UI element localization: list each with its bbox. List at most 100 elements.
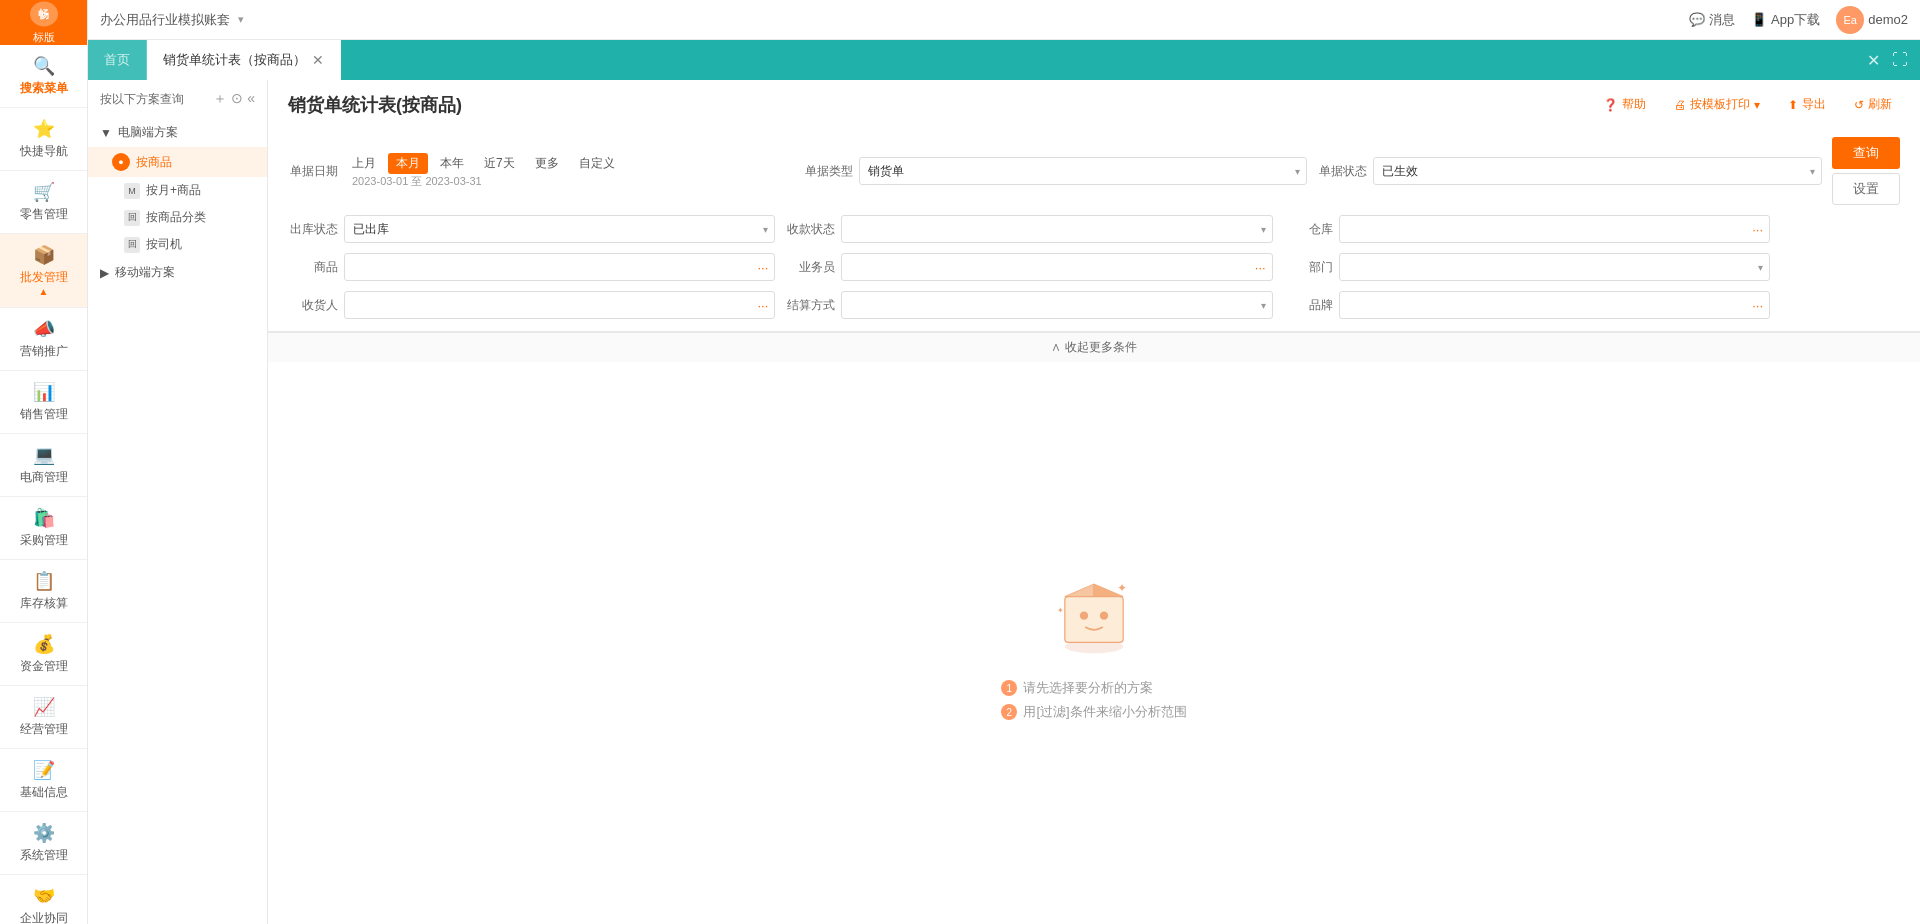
tab-close-icon[interactable]: ✕ bbox=[312, 53, 324, 67]
sidebar-item-retail[interactable]: 🛒 零售管理 bbox=[0, 171, 87, 234]
empty-tips: 1 请先选择要分析的方案 2 用[过滤]条件来缩小分析范围 bbox=[1001, 679, 1186, 727]
sidebar-item-basic-info[interactable]: 📝 基础信息 bbox=[0, 749, 87, 812]
sidebar-item-corp[interactable]: 🤝 企业协同 bbox=[0, 875, 87, 924]
product-input[interactable]: ··· bbox=[344, 253, 775, 281]
tree-section: ▼ 电脑端方案 ● 按商品 M 按月+商品 回 按商品分类 bbox=[88, 114, 267, 291]
app-download-btn[interactable]: 📱 App下载 bbox=[1751, 11, 1820, 29]
brand-ellipsis-icon[interactable]: ··· bbox=[1752, 298, 1763, 313]
user-profile-btn[interactable]: Ea demo2 bbox=[1836, 6, 1908, 34]
warehouse-status-cell: 出库状态 已出库 ▾ bbox=[288, 215, 775, 243]
trend-icon: 📈 bbox=[33, 696, 55, 718]
print-btn[interactable]: 🖨 按模板打印 ▾ bbox=[1666, 92, 1768, 117]
message-btn[interactable]: 💬 消息 bbox=[1689, 11, 1735, 29]
app-title: 办公用品行业模拟账套 bbox=[100, 11, 230, 29]
product-ellipsis-icon[interactable]: ··· bbox=[757, 260, 768, 275]
tree-desktop[interactable]: ▼ 电脑端方案 bbox=[88, 118, 267, 147]
tab-fullscreen-btn[interactable]: ⛶ bbox=[1888, 47, 1912, 73]
receipt-status-label: 收款状态 bbox=[785, 221, 835, 238]
avatar-text: Ea bbox=[1844, 14, 1857, 26]
sidebar-item-wholesale[interactable]: 📦 批发管理 ▲ bbox=[0, 234, 87, 308]
app-title-dropdown-icon[interactable]: ▾ bbox=[238, 13, 244, 26]
tree-by-cashier[interactable]: 回 按司机 bbox=[88, 231, 267, 258]
print-icon: 🖨 bbox=[1674, 98, 1686, 112]
product-cell: 商品 ··· bbox=[288, 253, 775, 281]
tab-close-all-btn[interactable]: ✕ bbox=[1863, 47, 1884, 74]
date-filter: 上月 本月 本年 近7天 更多 自定义 bbox=[344, 153, 793, 174]
app-logo[interactable]: 畅 标版 bbox=[0, 0, 88, 45]
date-tab-custom[interactable]: 自定义 bbox=[571, 153, 623, 174]
by-month-product-label: 按月+商品 bbox=[146, 182, 201, 199]
svg-text:畅: 畅 bbox=[38, 8, 49, 20]
query-btn[interactable]: 查询 bbox=[1832, 137, 1900, 169]
sidebar-item-marketing[interactable]: 📣 营销推广 bbox=[0, 308, 87, 371]
brand-input[interactable]: ··· bbox=[1339, 291, 1770, 319]
refresh-btn[interactable]: ↺ 刷新 bbox=[1846, 92, 1900, 117]
settlement-select[interactable]: ▾ bbox=[841, 291, 1272, 319]
department-select[interactable]: ▾ bbox=[1339, 253, 1770, 281]
doc-type-value: 销货单 bbox=[868, 163, 904, 180]
settings-btn[interactable]: 设置 bbox=[1832, 173, 1900, 205]
topbar-right: 💬 消息 📱 App下载 Ea demo2 bbox=[1689, 6, 1908, 34]
avatar: Ea bbox=[1836, 6, 1864, 34]
salesperson-label: 业务员 bbox=[785, 259, 835, 276]
edit-scheme-btn[interactable]: ⊙ bbox=[231, 90, 243, 108]
laptop-icon: 💻 bbox=[33, 444, 55, 466]
print-dropdown-icon[interactable]: ▾ bbox=[1754, 98, 1760, 112]
tab-home-label: 首页 bbox=[104, 51, 130, 69]
date-tab-last-month[interactable]: 上月 bbox=[344, 153, 384, 174]
sidebar-item-purchase[interactable]: 🛍️ 采购管理 bbox=[0, 497, 87, 560]
left-panel: 按以下方案查询 ＋ ⊙ « ▼ 电脑端方案 ● 按商品 bbox=[88, 80, 268, 924]
doc-status-arrow-icon: ▾ bbox=[1810, 166, 1815, 177]
sidebar-item-finance-label: 资金管理 bbox=[20, 658, 68, 675]
warehouse-status-select[interactable]: 已出库 ▾ bbox=[344, 215, 775, 243]
export-label: 导出 bbox=[1802, 96, 1826, 113]
salesperson-ellipsis-icon[interactable]: ··· bbox=[1255, 260, 1266, 275]
date-tab-this-year[interactable]: 本年 bbox=[432, 153, 472, 174]
date-tab-last-7[interactable]: 近7天 bbox=[476, 153, 523, 174]
sidebar-item-sales[interactable]: 📊 销售管理 bbox=[0, 371, 87, 434]
date-range-text: 2023-03-01 至 2023-03-31 bbox=[352, 174, 793, 189]
add-scheme-btn[interactable]: ＋ bbox=[213, 90, 227, 108]
help-btn[interactable]: ❓ 帮助 bbox=[1595, 92, 1654, 117]
message-label: 消息 bbox=[1709, 11, 1735, 29]
export-btn[interactable]: ⬆ 导出 bbox=[1780, 92, 1834, 117]
receipt-status-select[interactable]: ▾ bbox=[841, 215, 1272, 243]
tree-mobile[interactable]: ▶ 移动端方案 bbox=[88, 258, 267, 287]
date-label: 单据日期 bbox=[288, 163, 338, 180]
date-filter-control: 上月 本月 本年 近7天 更多 自定义 2023-03-01 至 2023-03… bbox=[344, 153, 793, 189]
collapse-panel-btn[interactable]: « bbox=[247, 90, 255, 108]
svg-text:✦: ✦ bbox=[1117, 581, 1127, 594]
sidebar-item-ecommerce-label: 电商管理 bbox=[20, 469, 68, 486]
right-panel: 销货单统计表(按商品) ❓ 帮助 🖨 按模板打印 ▾ ⬆ 导出 bbox=[268, 80, 1920, 924]
warehouse2-ellipsis-icon[interactable]: ··· bbox=[1752, 222, 1763, 237]
tree-by-product[interactable]: ● 按商品 bbox=[88, 147, 267, 177]
recipient-ellipsis-icon[interactable]: ··· bbox=[757, 298, 768, 313]
sidebar-item-system[interactable]: ⚙️ 系统管理 bbox=[0, 812, 87, 875]
date-tab-more[interactable]: 更多 bbox=[527, 153, 567, 174]
sidebar-item-finance[interactable]: 💰 资金管理 bbox=[0, 623, 87, 686]
sidebar-item-search[interactable]: 🔍 搜索菜单 bbox=[0, 45, 87, 108]
warehouse2-input[interactable]: ··· bbox=[1339, 215, 1770, 243]
doc-status-select[interactable]: 已生效 ▾ bbox=[1373, 157, 1822, 185]
recipient-input[interactable]: ··· bbox=[344, 291, 775, 319]
sidebar-item-ecommerce[interactable]: 💻 电商管理 bbox=[0, 434, 87, 497]
date-tab-this-month[interactable]: 本月 bbox=[388, 153, 428, 174]
receipt-status-cell: 收款状态 ▾ bbox=[785, 215, 1272, 243]
sidebar-item-inventory-label: 库存核算 bbox=[20, 595, 68, 612]
sidebar: 畅 标版 🔍 搜索菜单 ⭐ 快捷导航 🛒 零售管理 📦 批发管理 ▲ 📣 营销推… bbox=[0, 0, 88, 924]
sidebar-item-quick-nav[interactable]: ⭐ 快捷导航 bbox=[0, 108, 87, 171]
tree-by-month-product[interactable]: M 按月+商品 bbox=[88, 177, 267, 204]
collapse-bar[interactable]: ∧ 收起更多条件 bbox=[268, 332, 1920, 362]
doc-type-select[interactable]: 销货单 ▾ bbox=[859, 157, 1308, 185]
content: 按以下方案查询 ＋ ⊙ « ▼ 电脑端方案 ● 按商品 bbox=[88, 80, 1920, 924]
tab-sales-stat[interactable]: 销货单统计表（按商品） ✕ bbox=[147, 40, 341, 80]
salesperson-input[interactable]: ··· bbox=[841, 253, 1272, 281]
tree-by-product-category[interactable]: 回 按商品分类 bbox=[88, 204, 267, 231]
sidebar-item-operation[interactable]: 📈 经营管理 bbox=[0, 686, 87, 749]
sidebar-item-inventory[interactable]: 📋 库存核算 bbox=[0, 560, 87, 623]
bag-icon: 🛍️ bbox=[33, 507, 55, 529]
tab-home[interactable]: 首页 bbox=[88, 40, 147, 80]
search-icon: 🔍 bbox=[33, 55, 55, 77]
svg-point-5 bbox=[1100, 612, 1108, 620]
handshake-icon: 🤝 bbox=[33, 885, 55, 907]
